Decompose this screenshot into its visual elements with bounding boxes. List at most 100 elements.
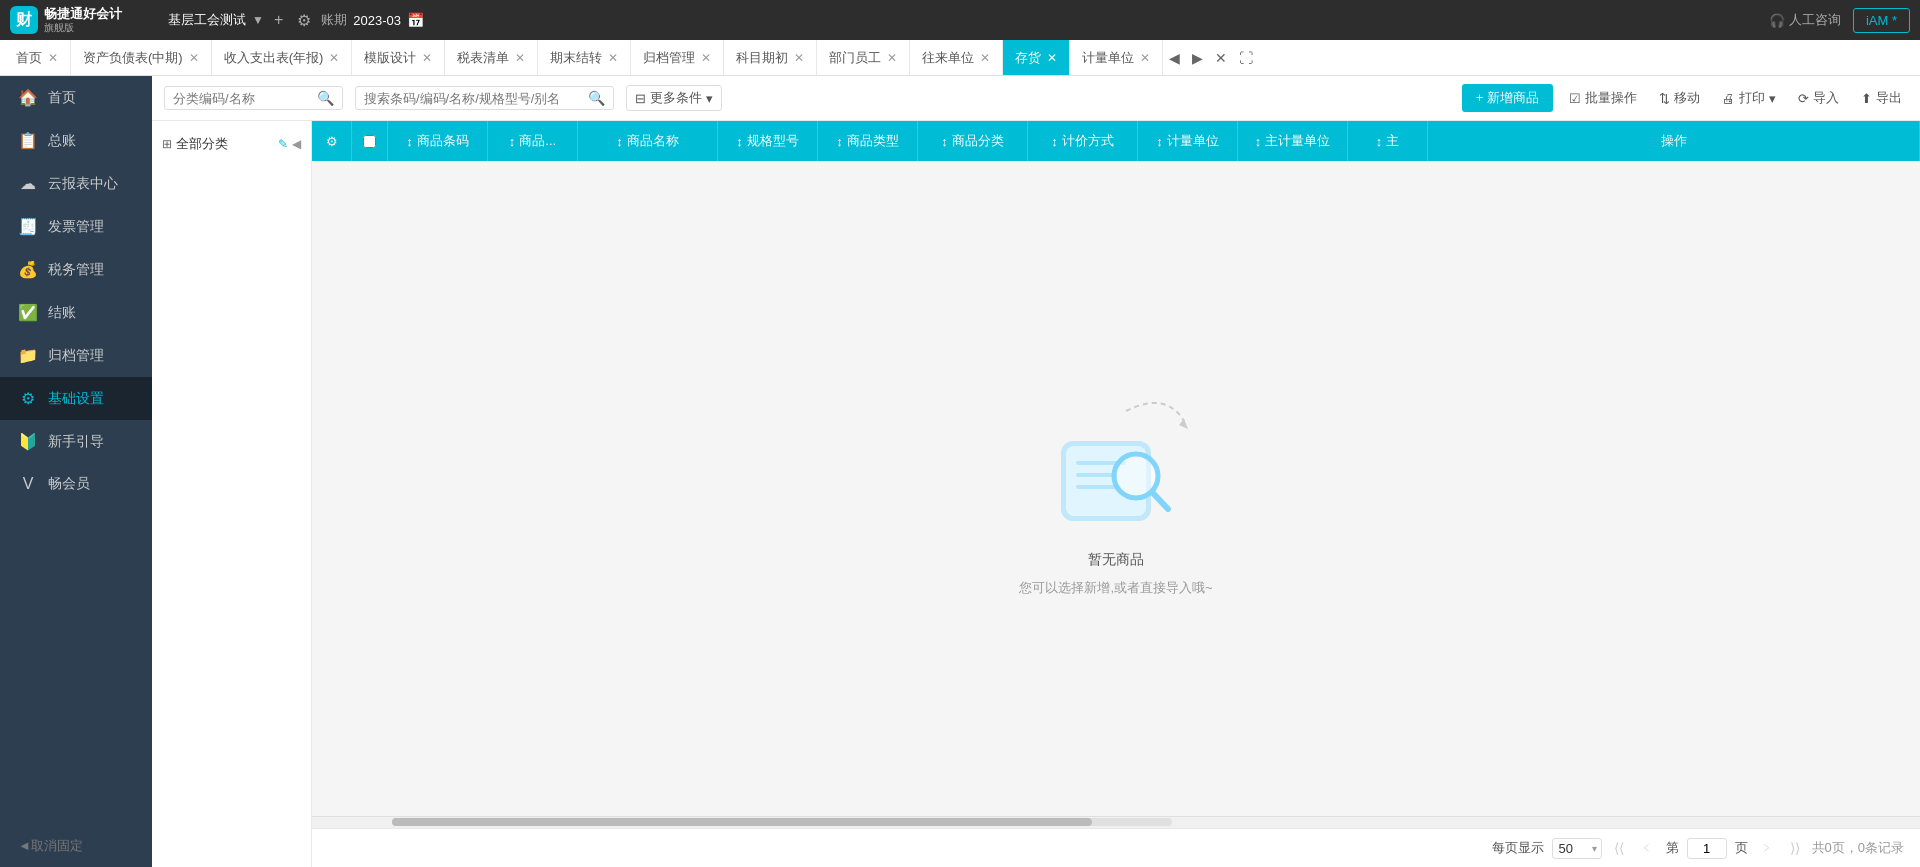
th-category[interactable]: ↕商品分类 xyxy=(918,121,1028,161)
scrollbar-thumb[interactable] xyxy=(392,818,1092,826)
sidebar-item-tax[interactable]: 💰 税务管理 xyxy=(0,248,152,291)
pagination-prev-button[interactable]: ﹤ xyxy=(1636,837,1658,859)
th-unit[interactable]: ↕计量单位 xyxy=(1138,121,1238,161)
tab-close-measure[interactable]: ✕ xyxy=(1140,51,1150,65)
th-settings[interactable]: ⚙ xyxy=(312,121,352,161)
app-title: 畅捷通好会计 xyxy=(44,6,122,22)
product-search-box[interactable]: 🔍 xyxy=(355,86,614,110)
more-filter-button[interactable]: ⊟ 更多条件 ▾ xyxy=(626,85,722,111)
app-edition: 旗舰版 xyxy=(44,22,122,34)
service-button[interactable]: 🎧 人工咨询 xyxy=(1769,11,1841,29)
select-all-checkbox[interactable] xyxy=(363,135,376,148)
tab-close-all-button[interactable]: ✕ xyxy=(1209,50,1233,66)
sidebar-item-home[interactable]: 🏠 首页 xyxy=(0,76,152,119)
tab-close-inventory[interactable]: ✕ xyxy=(1047,51,1057,65)
page-number-input[interactable] xyxy=(1687,838,1727,859)
sidebar-item-guide[interactable]: 🔰 新手引导 xyxy=(0,420,152,463)
tab-archive[interactable]: 归档管理 ✕ xyxy=(631,40,724,76)
tab-close-home[interactable]: ✕ xyxy=(48,51,58,65)
tab-close-contacts[interactable]: ✕ xyxy=(980,51,990,65)
grid-icon: ⊞ xyxy=(162,137,172,151)
pagination-last-button[interactable]: ⟩⟩ xyxy=(1786,838,1804,858)
category-collapse-icon[interactable]: ◀ xyxy=(292,137,301,151)
tab-close-dept[interactable]: ✕ xyxy=(887,51,897,65)
sidebar-item-basic-settings[interactable]: ⚙ 基础设置 xyxy=(0,377,152,420)
workspace-dropdown-icon[interactable]: ▼ xyxy=(252,13,264,27)
move-button[interactable]: ⇅ 移动 xyxy=(1653,85,1706,111)
category-search-box[interactable]: 🔍 xyxy=(164,86,343,110)
tab-balance-sheet[interactable]: 资产负债表(中期) ✕ xyxy=(71,40,212,76)
main-layout: 🏠 首页 📋 总账 ☁ 云报表中心 🧾 发票管理 💰 税务管理 ✅ 结账 📁 归… xyxy=(0,76,1920,867)
tab-scroll-right-button[interactable]: ▶ xyxy=(1186,50,1209,66)
settings-button[interactable]: ⚙ xyxy=(293,7,315,34)
tab-income[interactable]: 收入支出表(年报) ✕ xyxy=(212,40,353,76)
empty-illustration-svg xyxy=(1036,381,1196,541)
settings-icon: ⚙ xyxy=(18,389,38,408)
tab-close-subject[interactable]: ✕ xyxy=(794,51,804,65)
tab-measure-unit[interactable]: 计量单位 ✕ xyxy=(1070,40,1163,76)
export-button[interactable]: ⬆ 导出 xyxy=(1855,85,1908,111)
export-icon: ⬆ xyxy=(1861,91,1872,106)
add-product-button[interactable]: + 新增商品 xyxy=(1462,84,1553,112)
iam-button[interactable]: iAM * xyxy=(1853,8,1910,33)
th-col3[interactable]: ↕主 xyxy=(1348,121,1428,161)
th-price-method[interactable]: ↕计价方式 xyxy=(1028,121,1138,161)
category-edit-icon[interactable]: ✎ xyxy=(278,137,288,151)
print-button[interactable]: 🖨 打印 ▾ xyxy=(1716,85,1782,111)
sidebar-item-report-center[interactable]: ☁ 云报表中心 xyxy=(0,162,152,205)
tab-subject-initial[interactable]: 科目期初 ✕ xyxy=(724,40,817,76)
archive-icon: 📁 xyxy=(18,346,38,365)
batch-icon: ☑ xyxy=(1569,91,1581,106)
filter-dropdown-icon: ▾ xyxy=(706,91,713,106)
tab-period-close[interactable]: 期末结转 ✕ xyxy=(538,40,631,76)
import-button[interactable]: ⟳ 导入 xyxy=(1792,85,1845,111)
th-barcode[interactable]: ↕商品条码 xyxy=(388,121,488,161)
category-search-input[interactable] xyxy=(173,91,313,106)
logo-area: 财 畅捷通好会计 旗舰版 xyxy=(10,6,160,34)
tab-close-archive[interactable]: ✕ xyxy=(701,51,711,65)
tab-template[interactable]: 模版设计 ✕ xyxy=(352,40,445,76)
category-header[interactable]: ⊞ 全部分类 ✎ ◀ xyxy=(152,129,311,159)
product-search-icon[interactable]: 🔍 xyxy=(588,90,605,106)
th-main-unit[interactable]: ↕主计量单位 xyxy=(1238,121,1348,161)
cloud-icon: ☁ xyxy=(18,174,38,193)
tab-close-template[interactable]: ✕ xyxy=(422,51,432,65)
tab-expand-button[interactable]: ⛶ xyxy=(1233,50,1259,66)
sidebar-item-invoice[interactable]: 🧾 发票管理 xyxy=(0,205,152,248)
pagination-next-button[interactable]: ﹥ xyxy=(1756,837,1778,859)
tab-scroll-left-button[interactable]: ◀ xyxy=(1163,50,1186,66)
category-search-icon[interactable]: 🔍 xyxy=(317,90,334,106)
sidebar: 🏠 首页 📋 总账 ☁ 云报表中心 🧾 发票管理 💰 税务管理 ✅ 结账 📁 归… xyxy=(0,76,152,867)
th-type[interactable]: ↕商品类型 xyxy=(818,121,918,161)
tab-contacts[interactable]: 往来单位 ✕ xyxy=(910,40,1003,76)
home-icon: 🏠 xyxy=(18,88,38,107)
tab-close-income[interactable]: ✕ xyxy=(329,51,339,65)
tab-home[interactable]: 首页 ✕ xyxy=(4,40,71,76)
add-workspace-button[interactable]: + xyxy=(270,7,287,33)
svg-marker-7 xyxy=(1179,419,1188,429)
th-checkbox[interactable] xyxy=(352,121,388,161)
batch-ops-button[interactable]: ☑ 批量操作 xyxy=(1563,85,1643,111)
th-name[interactable]: ↕商品名称 xyxy=(578,121,718,161)
tab-inventory[interactable]: 存货 ✕ xyxy=(1003,40,1070,76)
tab-close-balance[interactable]: ✕ xyxy=(189,51,199,65)
sidebar-item-close-account[interactable]: ✅ 结账 xyxy=(0,291,152,334)
sidebar-item-archive[interactable]: 📁 归档管理 xyxy=(0,334,152,377)
tab-tax-list[interactable]: 税表清单 ✕ xyxy=(445,40,538,76)
product-search-input[interactable] xyxy=(364,91,584,106)
table-scrollbar[interactable] xyxy=(312,816,1920,828)
tab-close-period[interactable]: ✕ xyxy=(608,51,618,65)
sidebar-item-ledger[interactable]: 📋 总账 xyxy=(0,119,152,162)
category-panel: ⊞ 全部分类 ✎ ◀ xyxy=(152,121,312,867)
top-bar: 财 畅捷通好会计 旗舰版 基层工会测试 ▼ + ⚙ 账期 2023-03 📅 🎧… xyxy=(0,0,1920,40)
sidebar-unpin-button[interactable]: ◄取消固定 xyxy=(0,825,152,867)
tab-department[interactable]: 部门员工 ✕ xyxy=(817,40,910,76)
pagination-first-button[interactable]: ⟨⟨ xyxy=(1610,838,1628,858)
th-spec[interactable]: ↕规格型号 xyxy=(718,121,818,161)
per-page-select[interactable]: 20 50 100 xyxy=(1552,838,1602,859)
th-code[interactable]: ↕商品... xyxy=(488,121,578,161)
calendar-icon[interactable]: 📅 xyxy=(407,12,424,28)
guide-icon: 🔰 xyxy=(18,432,38,451)
sidebar-item-member[interactable]: V 畅会员 xyxy=(0,463,152,505)
tab-close-tax[interactable]: ✕ xyxy=(515,51,525,65)
